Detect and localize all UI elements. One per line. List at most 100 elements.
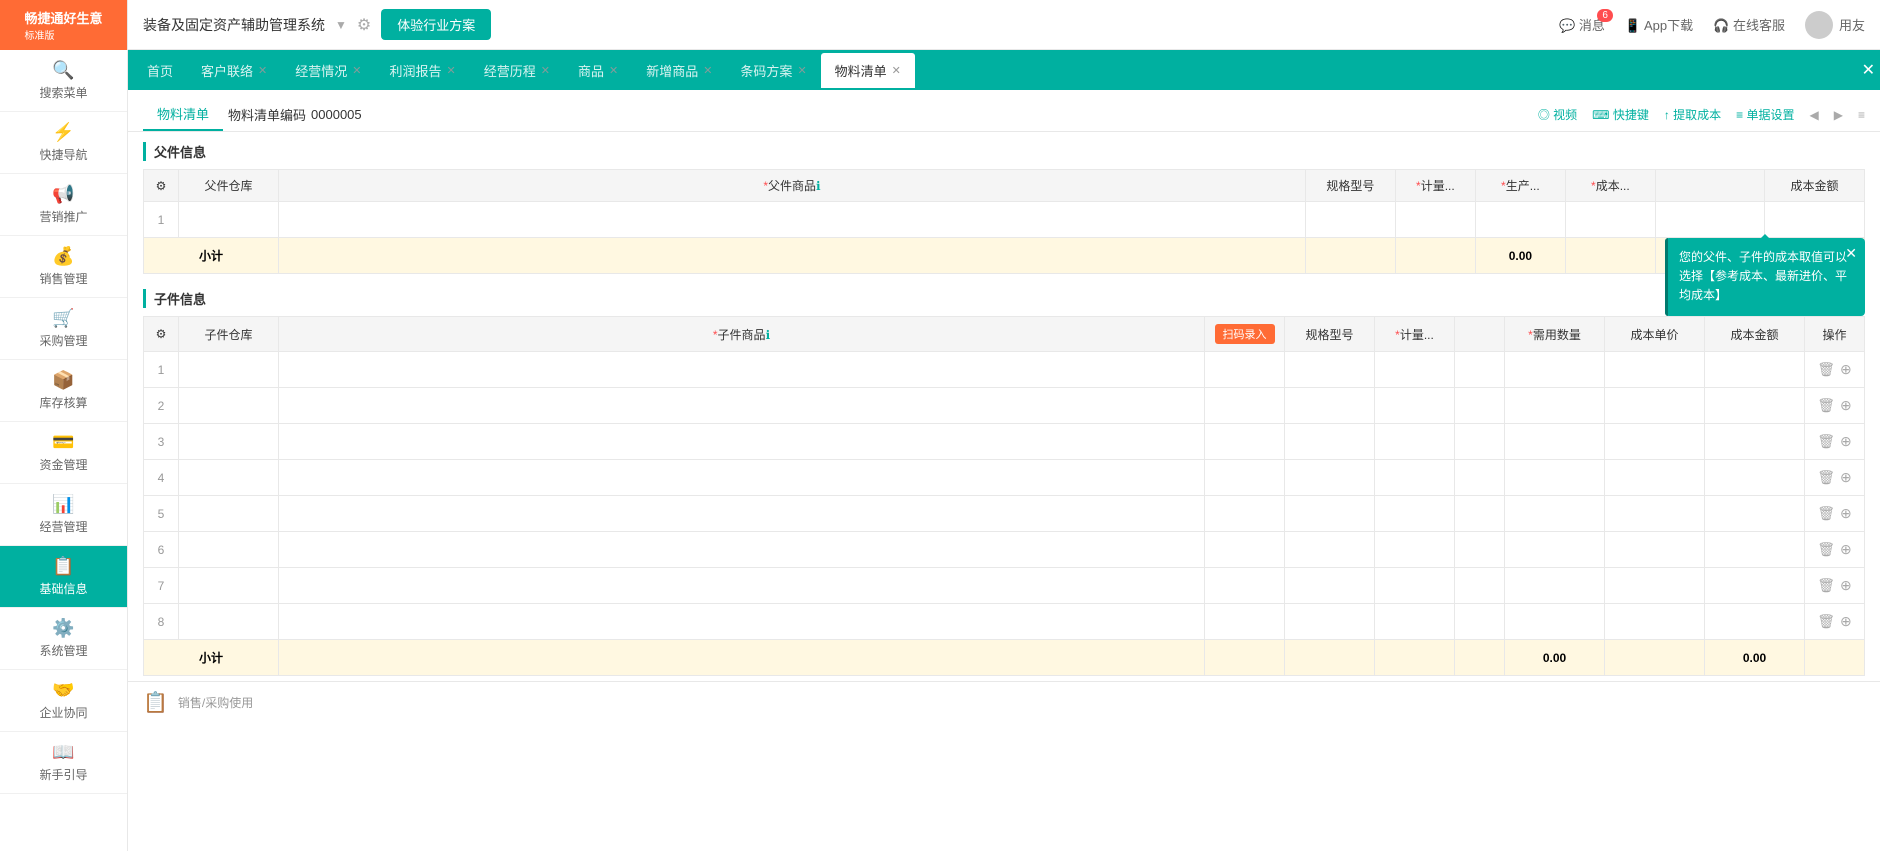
child-qty-5[interactable] <box>1505 496 1605 532</box>
child-product-8[interactable] <box>279 604 1205 640</box>
child-product-5[interactable] <box>279 496 1205 532</box>
child-warehouse-7[interactable] <box>179 568 279 604</box>
sidebar-item-search[interactable]: 🔍 搜索菜单 <box>0 50 127 112</box>
sidebar-item-finance[interactable]: 💳 资金管理 <box>0 422 127 484</box>
copy-icon[interactable]: ⊕ <box>1840 541 1852 558</box>
delete-icon[interactable]: 🗑 <box>1817 361 1835 378</box>
child-qty-1[interactable] <box>1505 352 1605 388</box>
sidebar-item-purchase[interactable]: 🛒 采购管理 <box>0 298 127 360</box>
delete-icon[interactable]: 🗑 <box>1817 541 1835 558</box>
parent-warehouse-cell[interactable] <box>179 202 279 238</box>
child-spec-8[interactable] <box>1285 604 1375 640</box>
delete-icon[interactable]: 🗑 <box>1817 469 1835 486</box>
child-spec-1[interactable] <box>1285 352 1375 388</box>
child-unit-1[interactable] <box>1375 352 1455 388</box>
parent-production-cell[interactable] <box>1475 202 1565 238</box>
child-qty-8[interactable] <box>1505 604 1605 640</box>
child-unit-8[interactable] <box>1375 604 1455 640</box>
sidebar-item-enterprise[interactable]: 🤝 企业协同 <box>0 670 127 732</box>
nav-list-icon[interactable]: ≡ <box>1858 108 1865 122</box>
parent-cost-cell[interactable] <box>1565 202 1655 238</box>
tab-profit[interactable]: 利润报告✕ <box>375 53 469 88</box>
shortcut-action[interactable]: ⌨ 快捷键 <box>1592 106 1649 123</box>
tooltip-close-button[interactable]: ✕ <box>1845 242 1857 264</box>
sidebar-item-inventory[interactable]: 📦 库存核算 <box>0 360 127 422</box>
close-icon[interactable]: ✕ <box>609 64 618 77</box>
tab-barcode[interactable]: 条码方案✕ <box>726 53 820 88</box>
child-warehouse-1[interactable] <box>179 352 279 388</box>
close-icon[interactable]: ✕ <box>892 64 901 77</box>
copy-icon[interactable]: ⊕ <box>1840 361 1852 378</box>
settings-gear-icon[interactable]: ⚙ <box>357 15 371 35</box>
tab-customer[interactable]: 客户联络✕ <box>187 53 281 88</box>
child-warehouse-8[interactable] <box>179 604 279 640</box>
child-qty-6[interactable] <box>1505 532 1605 568</box>
close-all-tabs-button[interactable]: ✕ <box>1862 60 1875 80</box>
child-product-4[interactable] <box>279 460 1205 496</box>
child-warehouse-5[interactable] <box>179 496 279 532</box>
copy-icon[interactable]: ⊕ <box>1840 613 1852 630</box>
video-action[interactable]: ◎ 视频 <box>1538 106 1577 123</box>
child-unit-4[interactable] <box>1375 460 1455 496</box>
child-warehouse-2[interactable] <box>179 388 279 424</box>
sidebar-item-basic[interactable]: 📋 基础信息 <box>0 546 127 608</box>
tab-goods[interactable]: 商品✕ <box>564 53 632 88</box>
trial-button[interactable]: 体验行业方案 <box>381 9 491 40</box>
tab-operations[interactable]: 经营情况✕ <box>281 53 375 88</box>
child-spec-4[interactable] <box>1285 460 1375 496</box>
child-unit-6[interactable] <box>1375 532 1455 568</box>
child-warehouse-6[interactable] <box>179 532 279 568</box>
nav-prev-icon[interactable]: ◀ <box>1810 108 1819 122</box>
child-warehouse-3[interactable] <box>179 424 279 460</box>
delete-icon[interactable]: 🗑 <box>1817 433 1835 450</box>
scan-input-button[interactable]: 扫码录入 <box>1215 324 1275 344</box>
child-qty-4[interactable] <box>1505 460 1605 496</box>
tab-history[interactable]: 经营历程✕ <box>470 53 564 88</box>
tab-add-goods[interactable]: 新增商品✕ <box>632 53 726 88</box>
close-icon[interactable]: ✕ <box>797 64 806 77</box>
close-icon[interactable]: ✕ <box>258 64 267 77</box>
nav-next-icon[interactable]: ▶ <box>1834 108 1843 122</box>
delete-icon[interactable]: 🗑 <box>1817 577 1835 594</box>
delete-icon[interactable]: 🗑 <box>1817 505 1835 522</box>
sidebar-item-marketing[interactable]: 📢 营销推广 <box>0 174 127 236</box>
child-product-3[interactable] <box>279 424 1205 460</box>
sidebar-item-operations[interactable]: 📊 经营管理 <box>0 484 127 546</box>
delete-icon[interactable]: 🗑 <box>1817 613 1835 630</box>
child-qty-2[interactable] <box>1505 388 1605 424</box>
child-spec-2[interactable] <box>1285 388 1375 424</box>
tab-home[interactable]: 首页 <box>133 53 187 88</box>
copy-icon[interactable]: ⊕ <box>1840 433 1852 450</box>
child-unit-3[interactable] <box>1375 424 1455 460</box>
copy-icon[interactable]: ⊕ <box>1840 469 1852 486</box>
child-spec-3[interactable] <box>1285 424 1375 460</box>
copy-icon[interactable]: ⊕ <box>1840 577 1852 594</box>
online-service-button[interactable]: 🎧 在线客服 <box>1713 15 1785 34</box>
child-product-1[interactable] <box>279 352 1205 388</box>
app-download-button[interactable]: 📱 App下载 <box>1625 15 1693 34</box>
close-icon[interactable]: ✕ <box>447 64 456 77</box>
parent-unit-cell[interactable] <box>1395 202 1475 238</box>
child-unit-2[interactable] <box>1375 388 1455 424</box>
child-spec-7[interactable] <box>1285 568 1375 604</box>
copy-icon[interactable]: ⊕ <box>1840 505 1852 522</box>
close-icon[interactable]: ✕ <box>703 64 712 77</box>
child-spec-6[interactable] <box>1285 532 1375 568</box>
parent-spec-cell[interactable] <box>1305 202 1395 238</box>
child-product-2[interactable] <box>279 388 1205 424</box>
sidebar-item-guide[interactable]: 📖 新手引导 <box>0 732 127 794</box>
child-unit-7[interactable] <box>1375 568 1455 604</box>
subtab-bom-list[interactable]: 物料清单 <box>143 98 223 131</box>
message-button[interactable]: 💬 消息 6 <box>1559 15 1605 34</box>
user-menu[interactable]: 用友 <box>1805 11 1865 39</box>
child-spec-5[interactable] <box>1285 496 1375 532</box>
child-product-6[interactable] <box>279 532 1205 568</box>
child-warehouse-4[interactable] <box>179 460 279 496</box>
close-icon[interactable]: ✕ <box>352 64 361 77</box>
parent-product-cell[interactable] <box>279 202 1306 238</box>
sidebar-item-sales[interactable]: 💰 销售管理 <box>0 236 127 298</box>
child-product-7[interactable] <box>279 568 1205 604</box>
sidebar-item-quicknav[interactable]: ⚡ 快捷导航 <box>0 112 127 174</box>
close-icon[interactable]: ✕ <box>541 64 550 77</box>
copy-icon[interactable]: ⊕ <box>1840 397 1852 414</box>
